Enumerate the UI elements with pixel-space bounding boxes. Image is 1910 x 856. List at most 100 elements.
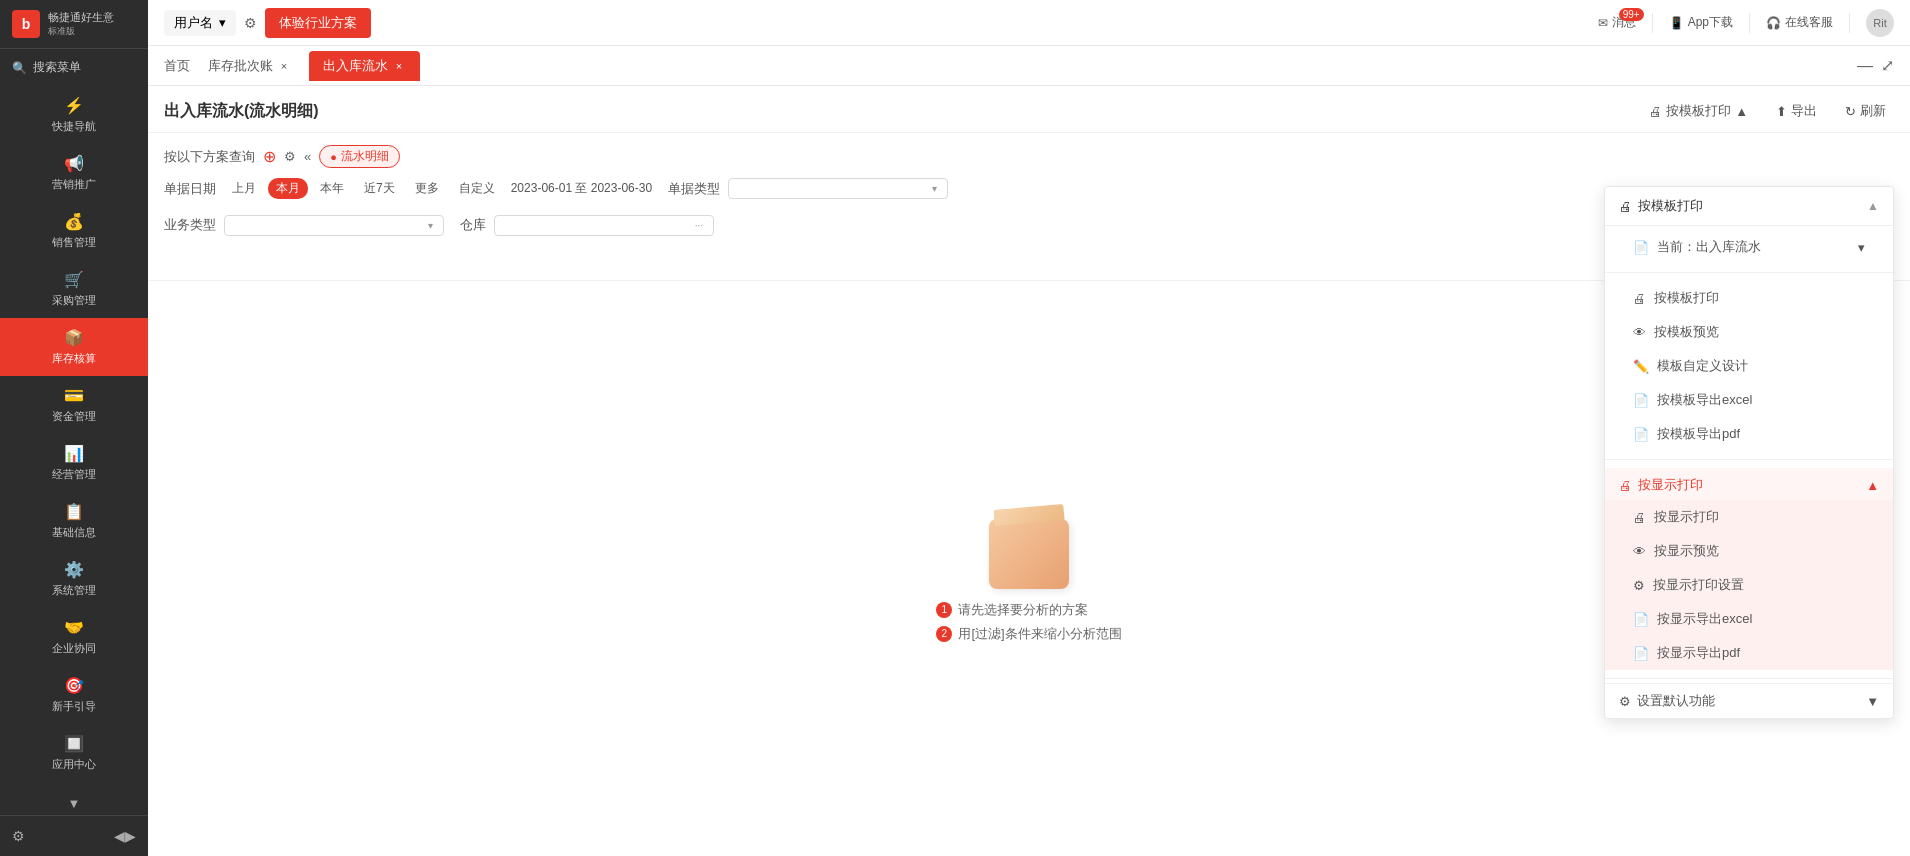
template-preview-icon: 👁 (1633, 325, 1646, 340)
sidebar-toggle-icon[interactable]: ◀▶ (114, 828, 136, 844)
filter-add-icon[interactable]: ⊕ (263, 147, 276, 166)
template-pdf-label: 按模板导出pdf (1657, 425, 1740, 443)
sidebar-item-label: 销售管理 (52, 235, 96, 250)
sidebar-item-wechat[interactable]: 💬 企业微信 (0, 782, 148, 792)
dropdown-current-item[interactable]: 📄 当前：出入库流水 ▾ (1605, 230, 1893, 264)
filter-collapse-icon[interactable]: « (304, 149, 311, 164)
display-print-icon: 🖨 (1633, 510, 1646, 525)
filter-group-date: 单据日期 上月 本月 本年 近7天 更多 自定义 2023-06-01 至 20… (164, 178, 652, 199)
dropdown-section-display: 🖨 按显示打印 ▲ 🖨 按显示打印 👁 按显示预览 ⚙ 按显示打印设置 (1605, 464, 1893, 674)
sidebar-item-purchase[interactable]: 🛒 采购管理 (0, 260, 148, 318)
topbar-app-download[interactable]: 📱 App下载 (1669, 14, 1733, 31)
date-tab-year[interactable]: 本年 (312, 178, 352, 199)
display-excel-icon: 📄 (1633, 612, 1649, 627)
sidebar-bottom: ⚙ ◀▶ (0, 815, 148, 856)
refresh-btn[interactable]: ↻ 刷新 (1837, 98, 1894, 124)
dropdown-template-print[interactable]: 🖨 按模板打印 (1605, 281, 1893, 315)
sidebar-scroll-down[interactable]: ▼ (0, 792, 148, 815)
tab-inventory-batch[interactable]: 库存批次账 × (194, 51, 305, 81)
topbar-user-name: 用户名 (174, 14, 213, 32)
dropdown-template-pdf[interactable]: 📄 按模板导出pdf (1605, 417, 1893, 451)
filter-setting-icon[interactable]: ⚙ (284, 149, 296, 164)
dropdown-display-print[interactable]: 🖨 按显示打印 (1605, 500, 1893, 534)
sidebar-item-inventory[interactable]: 📦 库存核算 (0, 318, 148, 376)
dropdown-template-excel[interactable]: 📄 按模板导出excel (1605, 383, 1893, 417)
topbar-messages[interactable]: ✉ 消息 99+ (1598, 14, 1636, 31)
sidebar-item-funds[interactable]: 💳 资金管理 (0, 376, 148, 434)
date-tabs: 上月 本月 本年 近7天 更多 自定义 (224, 178, 503, 199)
sidebar-item-operations[interactable]: 📊 经营管理 (0, 434, 148, 492)
display-preview-label: 按显示预览 (1654, 542, 1719, 560)
dropdown-display-pdf[interactable]: 📄 按显示导出pdf (1605, 636, 1893, 670)
logo-text: 畅捷通好生意 (48, 10, 114, 24)
topbar-left: 用户名 ▾ ⚙ 体验行业方案 (164, 8, 1586, 38)
footer-settings-label: 设置默认功能 (1637, 692, 1715, 710)
date-tab-7days[interactable]: 近7天 (356, 178, 403, 199)
filter-group-voucher: 单据类型 ▾ (668, 178, 948, 199)
topbar: 用户名 ▾ ⚙ 体验行业方案 ✉ 消息 99+ 📱 App下载 🎧 在线客服 (148, 0, 1910, 46)
page-header: 出入库流水(流水明细) 🖨 按模板打印 ▲ ⬆ 导出 ↻ 刷新 (148, 86, 1910, 133)
dropdown-footer-settings[interactable]: ⚙ 设置默认功能 ▼ (1605, 683, 1893, 718)
topbar-gear-icon[interactable]: ⚙ (244, 15, 257, 31)
settings-gear-icon[interactable]: ⚙ (12, 828, 25, 844)
dropdown-template-design[interactable]: ✏️ 模板自定义设计 (1605, 349, 1893, 383)
topbar-user-area[interactable]: 用户名 ▾ (164, 10, 236, 36)
date-tab-more[interactable]: 更多 (407, 178, 447, 199)
dropdown-display-group-header[interactable]: 🖨 按显示打印 ▲ (1605, 468, 1893, 500)
tab-maximize-icon[interactable]: ⤢ (1881, 56, 1894, 75)
template-print-icon: 🖨 (1633, 291, 1646, 306)
sidebar-item-marketing[interactable]: 📢 营销推广 (0, 144, 148, 202)
dropdown-display-settings[interactable]: ⚙ 按显示打印设置 (1605, 568, 1893, 602)
divider-1 (1605, 272, 1893, 273)
date-tab-prev-month[interactable]: 上月 (224, 178, 264, 199)
display-print-group-icon: 🖨 (1619, 478, 1632, 493)
sidebar-item-apps[interactable]: 🔲 应用中心 (0, 724, 148, 782)
dropdown-template-preview[interactable]: 👁 按模板预览 (1605, 315, 1893, 349)
filter-group-warehouse: 仓库 ··· (460, 215, 714, 236)
warehouse-more-icon: ··· (695, 220, 703, 231)
topbar-divider1 (1652, 13, 1653, 33)
sidebar-item-label: 快捷导航 (52, 119, 96, 134)
print-template-btn[interactable]: 🖨 按模板打印 ▲ (1641, 98, 1756, 124)
topbar-online-service[interactable]: 🎧 在线客服 (1766, 14, 1833, 31)
display-pdf-icon: 📄 (1633, 646, 1649, 661)
sidebar-item-basic[interactable]: 📋 基础信息 (0, 492, 148, 550)
tab-close-icon[interactable]: × (277, 59, 291, 73)
sidebar-search-label: 搜索菜单 (33, 59, 81, 76)
headset-icon: 🎧 (1766, 16, 1781, 30)
sidebar-search[interactable]: 🔍 搜索菜单 (0, 49, 148, 86)
dropdown-collapse-icon[interactable]: ▲ (1867, 199, 1879, 213)
dropdown-display-preview[interactable]: 👁 按显示预览 (1605, 534, 1893, 568)
date-tab-custom[interactable]: 自定义 (451, 178, 503, 199)
filter-label: 按以下方案查询 (164, 148, 255, 166)
tab-home[interactable]: 首页 (164, 57, 190, 75)
voucher-dropdown-icon: ▾ (932, 183, 937, 194)
export-btn[interactable]: ⬆ 导出 (1768, 98, 1825, 124)
biz-type-select[interactable]: ▾ (224, 215, 444, 236)
trial-button[interactable]: 体验行业方案 (265, 8, 371, 38)
tab-minimize-icon[interactable]: — (1857, 57, 1873, 75)
tab-close-active-icon[interactable]: × (392, 59, 406, 73)
voucher-type-select[interactable]: ▾ (728, 178, 948, 199)
tab-inout-flow[interactable]: 出入库流水 × (309, 51, 420, 81)
sidebar-item-quick-nav[interactable]: ⚡ 快捷导航 (0, 86, 148, 144)
search-icon: 🔍 (12, 61, 27, 75)
sidebar-item-guide[interactable]: 🎯 新手引导 (0, 666, 148, 724)
marketing-icon: 📢 (64, 154, 84, 173)
sidebar-item-cooperation[interactable]: 🤝 企业协同 (0, 608, 148, 666)
sidebar-item-label: 系统管理 (52, 583, 96, 598)
print-template-label: 按模板打印 (1666, 102, 1731, 120)
sidebar-item-sales[interactable]: 💰 销售管理 (0, 202, 148, 260)
display-excel-label: 按显示导出excel (1657, 610, 1752, 628)
display-settings-label: 按显示打印设置 (1653, 576, 1744, 594)
active-filter-tag[interactable]: ● 流水明细 (319, 145, 400, 168)
sidebar-item-system[interactable]: ⚙️ 系统管理 (0, 550, 148, 608)
date-label: 单据日期 (164, 180, 216, 198)
message-icon: ✉ (1598, 16, 1608, 30)
topbar-user-profile[interactable]: Rit (1866, 9, 1894, 37)
sidebar-item-label: 采购管理 (52, 293, 96, 308)
sidebar-nav: ⚡ 快捷导航 📢 营销推广 💰 销售管理 🛒 采购管理 📦 库存核算 💳 资金管… (0, 86, 148, 792)
date-tab-cur-month[interactable]: 本月 (268, 178, 308, 199)
warehouse-select[interactable]: ··· (494, 215, 714, 236)
dropdown-display-excel[interactable]: 📄 按显示导出excel (1605, 602, 1893, 636)
